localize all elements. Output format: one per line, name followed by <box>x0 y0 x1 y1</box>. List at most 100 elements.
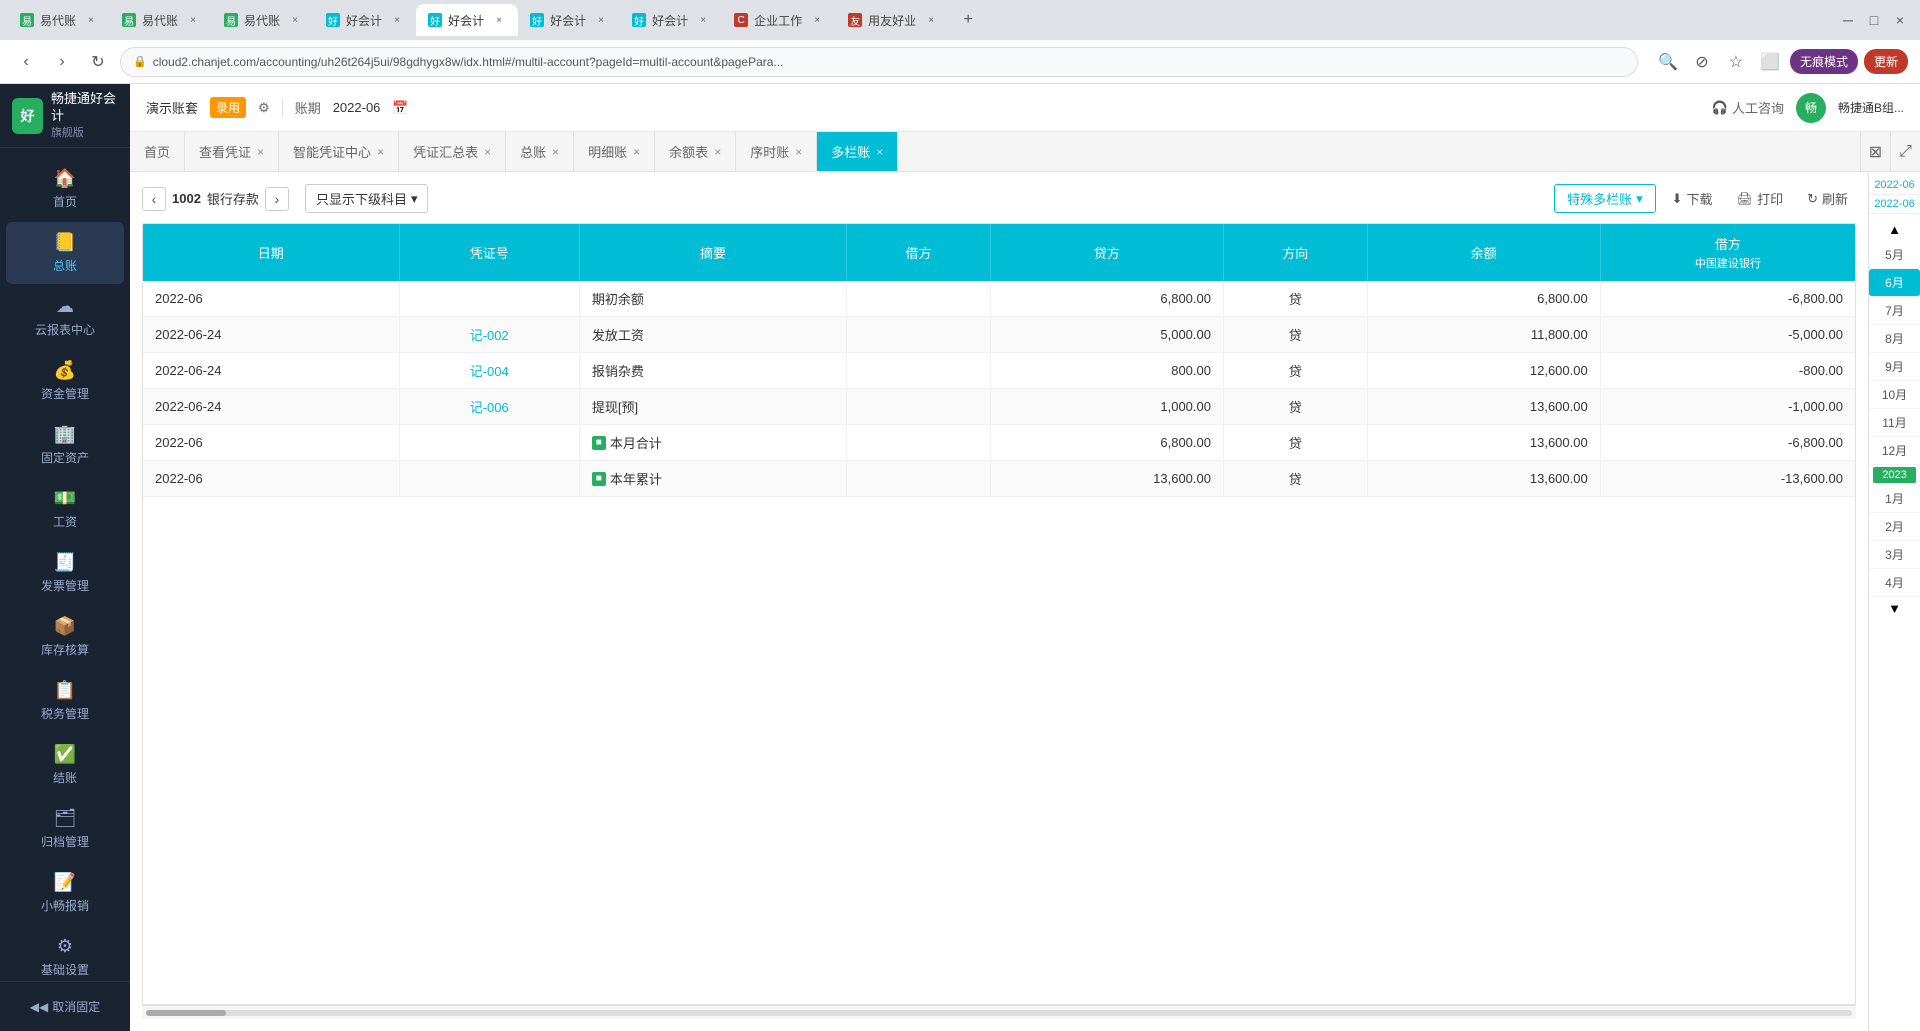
cal-month-6[interactable]: 6月 <box>1869 269 1920 297</box>
browser-tab-4[interactable]: 好 好会计 × <box>416 4 518 36</box>
back-button[interactable]: ‹ <box>12 48 40 76</box>
browser-tab-2[interactable]: 易 易代账 × <box>212 4 314 36</box>
sidebar-item-tax[interactable]: 📋 税务管理 <box>6 670 124 732</box>
cal-month-2[interactable]: 2月 <box>1869 513 1920 541</box>
filter-dropdown[interactable]: 只显示下级科目 ▾ <box>305 184 429 213</box>
sidebar-item-funds[interactable]: 💰 资金管理 <box>6 350 124 412</box>
address-bar[interactable]: 🔒 cloud2.chanjet.com/accounting/uh26t264… <box>120 47 1638 77</box>
tab-close-smart-voucher[interactable]: × <box>377 145 384 159</box>
tab-multi-column[interactable]: 多栏账 × <box>817 132 898 172</box>
cal-month-7[interactable]: 7月 <box>1869 297 1920 325</box>
tab-close-7[interactable]: × <box>810 13 824 27</box>
sidebar-item-payroll[interactable]: 💵 工资 <box>6 478 124 540</box>
tab-close-2[interactable]: × <box>288 13 302 27</box>
forward-button[interactable]: › <box>48 48 76 76</box>
cal-month-5[interactable]: 5月 <box>1869 241 1920 269</box>
tab-close-6[interactable]: × <box>696 13 710 27</box>
tab-home[interactable]: 首页 <box>130 132 185 172</box>
cal-month-8[interactable]: 8月 <box>1869 325 1920 353</box>
scroll-track[interactable] <box>146 1010 1852 1016</box>
tab-balance[interactable]: 余额表 × <box>655 132 736 172</box>
bookmark-icon[interactable]: ☆ <box>1722 48 1750 76</box>
next-account-button[interactable]: › <box>265 187 289 211</box>
cal-month-12[interactable]: 12月 <box>1869 437 1920 465</box>
no-image-icon[interactable]: ⊘ <box>1688 48 1716 76</box>
browser-tab-7[interactable]: C 企业工作 × <box>722 4 836 36</box>
tab-detail-ledger[interactable]: 明细账 × <box>574 132 655 172</box>
tab-close-0[interactable]: × <box>84 13 98 27</box>
browser-tab-8[interactable]: 友 用友好业 × <box>836 4 950 36</box>
print-button[interactable]: 🖨 打印 <box>1729 185 1792 212</box>
toolbar-row: ‹ 1002 银行存款 › 只显示下级科目 ▾ 特殊多栏账 ▾ <box>142 184 1856 213</box>
tab-close-multi-column[interactable]: × <box>876 145 883 159</box>
sidebar-item-closing[interactable]: ✅ 结账 <box>6 734 124 796</box>
sidebar-item-home[interactable]: 🏠 首页 <box>6 158 124 220</box>
reload-button[interactable]: ↻ <box>84 48 112 76</box>
browser-tab-1[interactable]: 易 易代账 × <box>110 4 212 36</box>
refresh-button[interactable]: ↻ 刷新 <box>1799 185 1856 212</box>
sidebar-item-invoices[interactable]: 🧾 发票管理 <box>6 542 124 604</box>
sidebar-item-inventory[interactable]: 📦 库存核算 <box>6 606 124 668</box>
tab-close-general-ledger[interactable]: × <box>552 145 559 159</box>
sidebar-item-expense[interactable]: 📝 小畅报销 <box>6 862 124 924</box>
cell-voucher-2[interactable]: 记-004 <box>399 353 579 389</box>
search-icon[interactable]: 🔍 <box>1654 48 1682 76</box>
tab-view-voucher[interactable]: 查看凭证 × <box>185 132 279 172</box>
minimize-button[interactable]: ─ <box>1836 8 1860 32</box>
browser-tab-3[interactable]: 好 好会计 × <box>314 4 416 36</box>
new-tab-button[interactable]: + <box>954 6 982 34</box>
calendar-header: 2022-06 2022-06 <box>1869 172 1920 218</box>
browser-tab-0[interactable]: 易 易代账 × <box>8 4 110 36</box>
sidebar-item-fixed-assets[interactable]: 🏢 固定资产 <box>6 414 124 476</box>
tab-close-4[interactable]: × <box>492 13 506 27</box>
prev-account-button[interactable]: ‹ <box>142 187 166 211</box>
sidebar-item-ledger[interactable]: 📒 总账 <box>6 222 124 284</box>
sidebar-collapse-button[interactable]: ◀◀ 取消固定 <box>0 990 130 1023</box>
cal-month-9[interactable]: 9月 <box>1869 353 1920 381</box>
tab-collapse-button[interactable]: ⊠ <box>1860 132 1890 172</box>
browser-tab-5[interactable]: 好 好会计 × <box>518 4 620 36</box>
tab-expand-button[interactable]: ⤢ <box>1890 132 1920 172</box>
calendar-icon[interactable]: 📅 <box>392 100 408 116</box>
cell-voucher-1[interactable]: 记-002 <box>399 317 579 353</box>
sidebar-item-cloud-reports[interactable]: ☁ 云报表中心 <box>6 286 124 348</box>
tab-sequential[interactable]: 序时账 × <box>736 132 817 172</box>
tab-close-view-voucher[interactable]: × <box>257 145 264 159</box>
sidebar-item-archive[interactable]: 🗂 归档管理 <box>6 798 124 860</box>
cell-direction-4: 贷 <box>1223 425 1367 461</box>
cal-period-1: 2022-06 <box>1869 176 1920 195</box>
scroll-thumb[interactable] <box>146 1010 226 1016</box>
calendar-up-button[interactable]: ▲ <box>1869 218 1920 241</box>
tab-close-sequential[interactable]: × <box>795 145 802 159</box>
tab-close-1[interactable]: × <box>186 13 200 27</box>
special-multi-button[interactable]: 特殊多栏账 ▾ <box>1554 184 1656 213</box>
tab-smart-voucher[interactable]: 智能凭证中心 × <box>279 132 399 172</box>
close-button[interactable]: × <box>1888 8 1912 32</box>
cal-month-1[interactable]: 1月 <box>1869 485 1920 513</box>
maximize-button[interactable]: □ <box>1862 8 1886 32</box>
tab-close-voucher-summary[interactable]: × <box>484 145 491 159</box>
tab-close-8[interactable]: × <box>924 13 938 27</box>
cal-month-3[interactable]: 3月 <box>1869 541 1920 569</box>
cell-voucher-3[interactable]: 记-006 <box>399 389 579 425</box>
header-gear-icon[interactable]: ⚙ <box>258 100 270 116</box>
tab-voucher-summary[interactable]: 凭证汇总表 × <box>399 132 506 172</box>
sidebar-item-settings[interactable]: ⚙ 基础设置 <box>6 926 124 981</box>
update-button[interactable]: 更新 <box>1864 49 1908 74</box>
cal-month-4[interactable]: 4月 <box>1869 569 1920 597</box>
tab-close-3[interactable]: × <box>390 13 404 27</box>
stealth-mode-button[interactable]: 无痕模式 <box>1790 49 1858 74</box>
download-button[interactable]: ⬇ 下载 <box>1664 185 1721 212</box>
browser-tab-6[interactable]: 好 好会计 × <box>620 4 722 36</box>
tab-close-detail-ledger[interactable]: × <box>633 145 640 159</box>
extension-icon[interactable]: ⬜ <box>1756 48 1784 76</box>
tab-close-balance[interactable]: × <box>714 145 721 159</box>
calendar-down-button[interactable]: ▼ <box>1869 597 1920 620</box>
cal-month-10[interactable]: 10月 <box>1869 381 1920 409</box>
ai-consult-button[interactable]: 🎧 人工咨询 <box>1712 98 1784 117</box>
cell-voucher-4 <box>399 425 579 461</box>
tab-general-ledger[interactable]: 总账 × <box>506 132 574 172</box>
tab-close-5[interactable]: × <box>594 13 608 27</box>
horizontal-scrollbar[interactable] <box>142 1005 1856 1019</box>
cal-month-11[interactable]: 11月 <box>1869 409 1920 437</box>
